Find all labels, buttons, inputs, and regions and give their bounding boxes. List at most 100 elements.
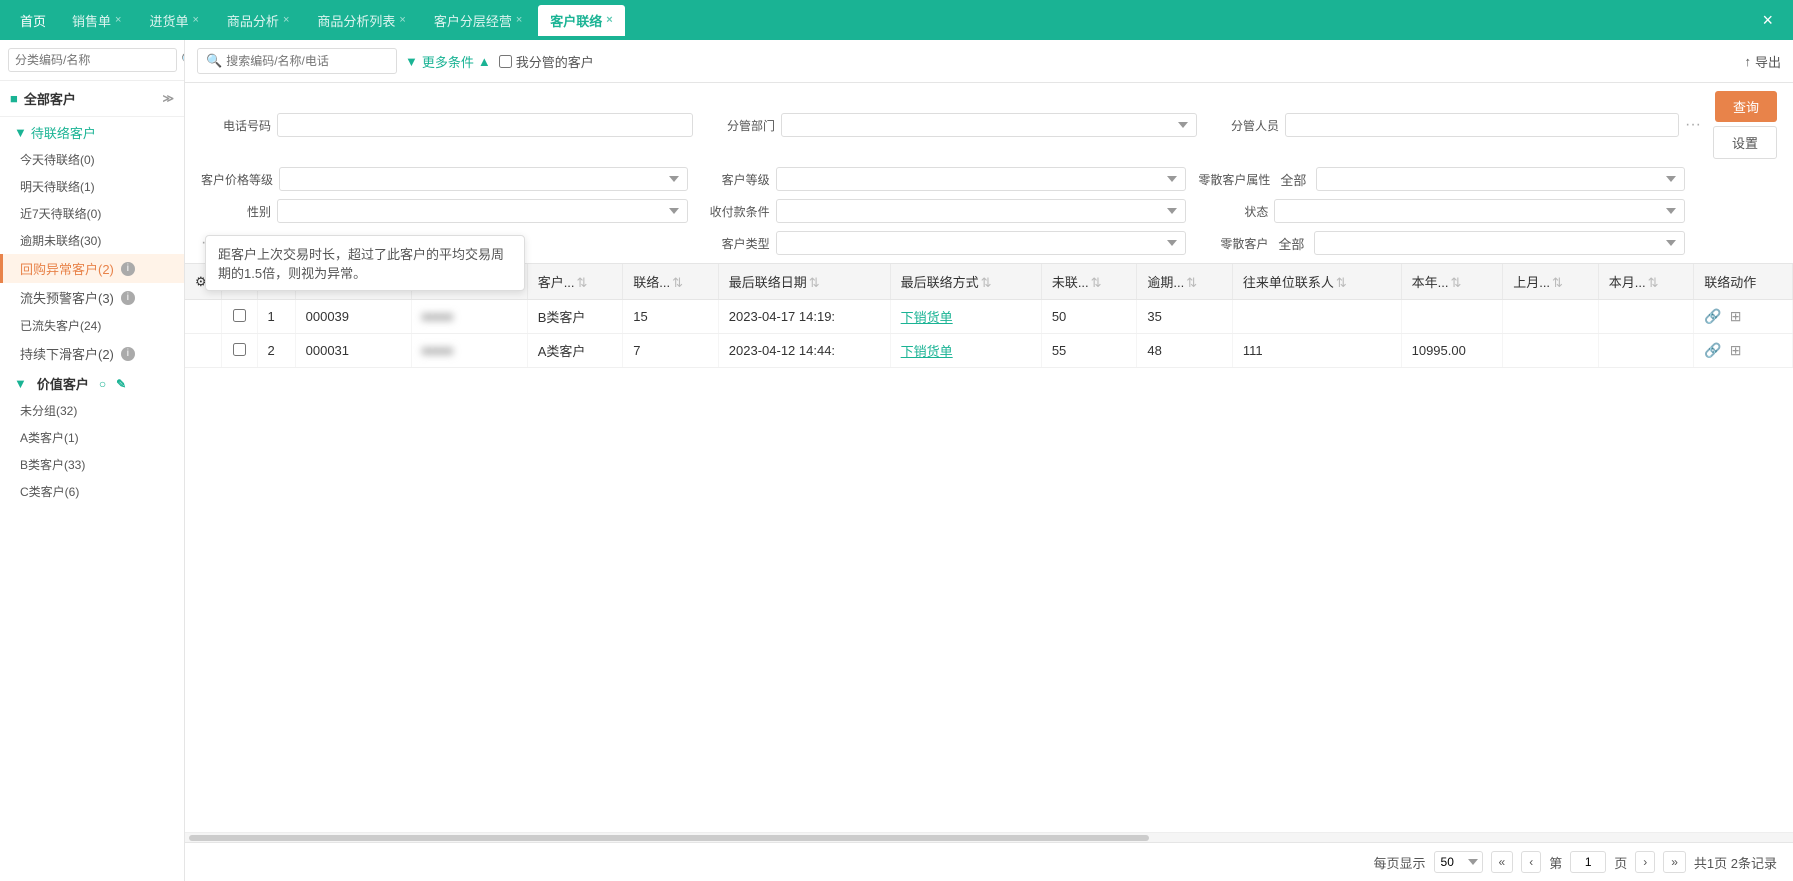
filter-gender: 性别 bbox=[201, 199, 688, 223]
row1-num: 1 bbox=[257, 300, 295, 334]
close-purchase-tab[interactable]: × bbox=[192, 14, 198, 26]
sidebar-all-customers[interactable]: ■ 全部客户 ≫ bbox=[0, 81, 184, 117]
row2-this-year: 10995.00 bbox=[1401, 334, 1503, 368]
row2-qr-icon[interactable]: ⊞ bbox=[1730, 342, 1742, 359]
row2-contact: 7 bbox=[623, 334, 719, 368]
retail-attr-select[interactable] bbox=[1316, 167, 1685, 191]
dept-select[interactable] bbox=[781, 113, 1197, 137]
toolbar: 🔍 ▼ 更多条件 ▲ 我分管的客户 ↑ 导出 bbox=[185, 40, 1793, 83]
row2-unlisted: 55 bbox=[1041, 334, 1137, 368]
col-this-year[interactable]: 本年...⇅ bbox=[1401, 264, 1503, 300]
col-unlisted[interactable]: 未联...⇅ bbox=[1041, 264, 1137, 300]
sidebar-holding-down[interactable]: 持续下滑客户(2) i bbox=[0, 339, 184, 368]
sidebar-b-class[interactable]: B类客户(33) bbox=[0, 451, 184, 478]
last-page-btn[interactable]: » bbox=[1663, 851, 1686, 873]
lost-warning-info-icon[interactable]: i bbox=[121, 291, 135, 305]
sidebar-pending-tomorrow[interactable]: 明天待联络(1) bbox=[0, 173, 184, 200]
col-contact[interactable]: 联络...⇅ bbox=[623, 264, 719, 300]
manager-input[interactable] bbox=[1285, 113, 1679, 137]
export-btn[interactable]: ↑ 导出 bbox=[1744, 52, 1781, 71]
sidebar-lost-warning[interactable]: 流失预警客户(3) i bbox=[0, 283, 184, 312]
row2-last-method[interactable]: 下销货单 bbox=[890, 334, 1041, 368]
col-this-month[interactable]: 本月...⇅ bbox=[1598, 264, 1694, 300]
gender-select[interactable] bbox=[277, 199, 688, 223]
nav-tab-customer-seg[interactable]: 客户分层经营 × bbox=[422, 5, 534, 36]
sidebar-search-area: 🔍 bbox=[0, 40, 184, 81]
next-page-btn[interactable]: › bbox=[1635, 851, 1655, 873]
page-size-select[interactable]: 10 20 50 100 bbox=[1434, 851, 1483, 873]
more-conditions-btn[interactable]: ▼ 更多条件 ▲ bbox=[405, 52, 491, 71]
nav-tab-sales[interactable]: 销售单 × bbox=[60, 5, 133, 36]
horizontal-scrollbar[interactable] bbox=[185, 832, 1793, 842]
query-btn[interactable]: 查询 bbox=[1715, 91, 1777, 122]
row1-settings bbox=[185, 300, 221, 334]
sidebar-repurchase-abnormal[interactable]: 回购异常客户(2) i bbox=[0, 254, 184, 283]
col-unit-contact[interactable]: 往来单位联系人⇅ bbox=[1232, 264, 1401, 300]
row1-qr-icon[interactable]: ⊞ bbox=[1730, 308, 1742, 325]
price-level-select[interactable] bbox=[279, 167, 688, 191]
row2-overdue: 48 bbox=[1137, 334, 1233, 368]
prev-page-btn[interactable]: ‹ bbox=[1521, 851, 1541, 873]
sidebar-already-lost[interactable]: 已流失客户(24) bbox=[0, 312, 184, 339]
sidebar-overdue-contact[interactable]: 逾期未联络(30) bbox=[0, 227, 184, 254]
row2-name: ■■■■ bbox=[411, 334, 527, 368]
page-input[interactable] bbox=[1570, 851, 1606, 873]
close-seg-tab[interactable]: × bbox=[516, 14, 522, 26]
close-contact-tab[interactable]: × bbox=[606, 14, 612, 26]
col-last-method[interactable]: 最后联络方式⇅ bbox=[890, 264, 1041, 300]
manager-more-icon[interactable]: ··· bbox=[1685, 116, 1701, 134]
sidebar-ungroup[interactable]: 未分组(32) bbox=[0, 397, 184, 424]
nav-tab-analysis[interactable]: 商品分析 × bbox=[215, 5, 301, 36]
col-last-date[interactable]: 最后联络日期⇅ bbox=[718, 264, 890, 300]
status-select[interactable] bbox=[1274, 199, 1685, 223]
holding-down-info-icon[interactable]: i bbox=[121, 347, 135, 361]
first-page-btn[interactable]: « bbox=[1491, 851, 1514, 873]
nav-tab-analysis-list[interactable]: 商品分析列表 × bbox=[305, 5, 417, 36]
row2-view-icon[interactable]: 🔗 bbox=[1704, 342, 1721, 359]
search-input[interactable] bbox=[226, 54, 381, 68]
nav-tab-customer-contact[interactable]: 客户联络 × bbox=[538, 5, 624, 36]
close-analysis-tab[interactable]: × bbox=[283, 14, 289, 26]
settings-btn[interactable]: 设置 bbox=[1713, 126, 1777, 159]
filter-icon: ▼ bbox=[405, 54, 418, 69]
my-customers-checkbox[interactable]: 我分管的客户 bbox=[499, 52, 594, 71]
sidebar-pending-7days[interactable]: 近7天待联络(0) bbox=[0, 200, 184, 227]
row1-overdue: 35 bbox=[1137, 300, 1233, 334]
sidebar-a-class[interactable]: A类客户(1) bbox=[0, 424, 184, 451]
sidebar-search-input[interactable] bbox=[8, 48, 177, 72]
sidebar-value-group[interactable]: ▼ 价值客户 ○ ✎ bbox=[0, 368, 184, 397]
filter-price-level: 客户价格等级 bbox=[201, 167, 688, 191]
nav-tab-purchase[interactable]: 进货单 × bbox=[137, 5, 210, 36]
row1-code: 000039 bbox=[295, 300, 411, 334]
repurchase-info-icon[interactable]: i bbox=[121, 262, 135, 276]
scroll-thumb[interactable] bbox=[189, 835, 1149, 841]
retail-customer-select[interactable] bbox=[1314, 231, 1685, 255]
close-analysis-list-tab[interactable]: × bbox=[399, 14, 405, 26]
row2-checkbox[interactable] bbox=[221, 334, 257, 368]
sidebar-pending-today[interactable]: 今天待联络(0) bbox=[0, 146, 184, 173]
nav-home[interactable]: 首页 bbox=[10, 5, 56, 36]
col-overdue[interactable]: 逾期...⇅ bbox=[1137, 264, 1233, 300]
row1-name: ■■■■ bbox=[411, 300, 527, 334]
phone-input[interactable] bbox=[277, 113, 693, 137]
row1-this-month bbox=[1598, 300, 1694, 334]
payment-select[interactable] bbox=[776, 199, 1187, 223]
my-customers-input[interactable] bbox=[499, 55, 512, 68]
sidebar-collapse-icon[interactable]: ≫ bbox=[162, 92, 174, 105]
row2-num: 2 bbox=[257, 334, 295, 368]
row1-view-icon[interactable]: 🔗 bbox=[1704, 308, 1721, 325]
row1-contact: 15 bbox=[623, 300, 719, 334]
col-last-month[interactable]: 上月...⇅ bbox=[1503, 264, 1599, 300]
row1-last-method[interactable]: 下销货单 bbox=[890, 300, 1041, 334]
row1-this-year bbox=[1401, 300, 1503, 334]
customer-level-select[interactable] bbox=[776, 167, 1187, 191]
sidebar-pending-group[interactable]: ▼ 待联络客户 bbox=[0, 117, 184, 146]
filter-customer-type: 客户类型 bbox=[700, 231, 1187, 255]
close-sales-tab[interactable]: × bbox=[115, 14, 121, 26]
filter-row-2: 客户价格等级 客户等级 零散客户属性 全部 bbox=[201, 167, 1777, 191]
sidebar-c-class[interactable]: C类客户(6) bbox=[0, 478, 184, 505]
customer-type-select[interactable] bbox=[776, 231, 1187, 255]
col-type[interactable]: 客户...⇅ bbox=[527, 264, 623, 300]
window-close-btn[interactable]: × bbox=[1752, 10, 1783, 31]
row1-checkbox[interactable] bbox=[221, 300, 257, 334]
